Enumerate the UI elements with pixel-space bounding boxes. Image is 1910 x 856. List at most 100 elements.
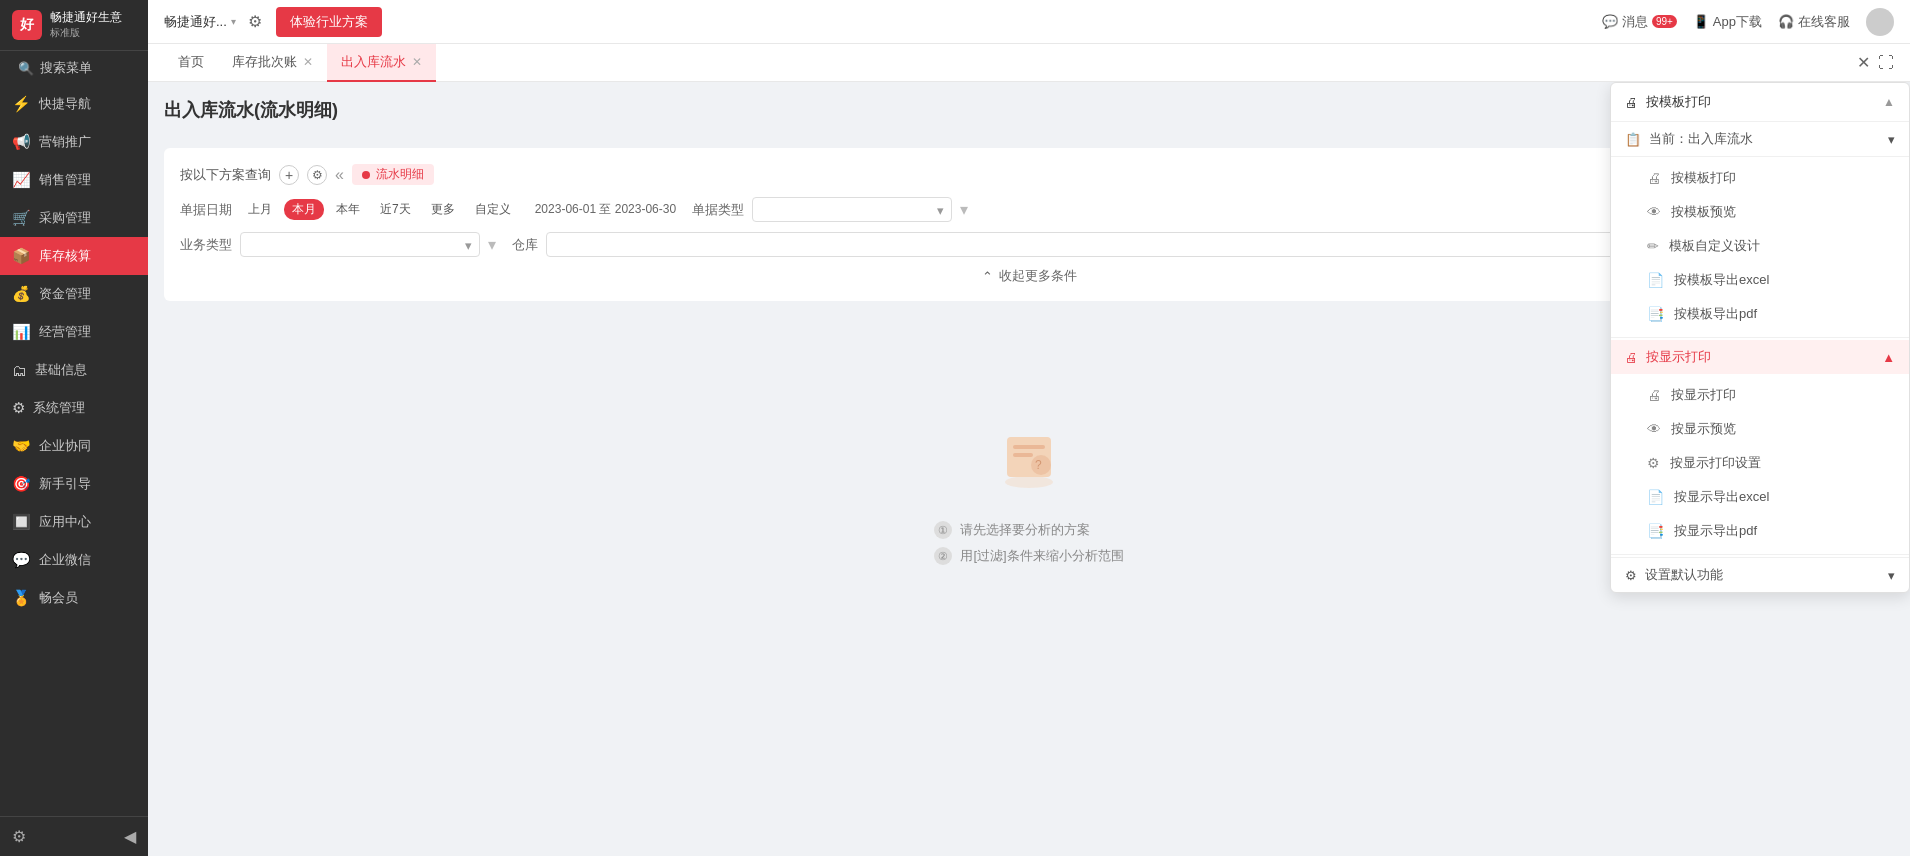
collapse-label: 收起更多条件	[999, 267, 1077, 285]
date-opt-this-month[interactable]: 本月	[284, 199, 324, 220]
current-template-chevron: ▾	[1888, 132, 1895, 147]
tab-inout-flow-close[interactable]: ✕	[412, 55, 422, 69]
display-excel-item[interactable]: 📄 按显示导出excel	[1611, 480, 1909, 514]
filter-tag: 流水明细	[352, 164, 434, 185]
sidebar-item-sales[interactable]: 📈 销售管理	[0, 161, 148, 199]
search-menu[interactable]: 🔍 搜索菜单	[0, 51, 148, 85]
tab-home[interactable]: 首页	[164, 44, 218, 82]
print-panel-header: 🖨 按模板打印 ▲	[1611, 83, 1909, 122]
sidebar-item-enterprise[interactable]: 🤝 企业协同	[0, 427, 148, 465]
sidebar-item-basic-info[interactable]: 🗂 基础信息	[0, 351, 148, 389]
main-content: 畅捷通好... ▾ ⚙ 体验行业方案 💬 消息 99+ 📱 App下载 🎧 在线…	[148, 0, 1910, 856]
bill-type-label: 单据类型	[692, 201, 744, 219]
template-print-icon: 🖨	[1647, 170, 1661, 186]
display-settings-label: 按显示打印设置	[1670, 454, 1761, 472]
sidebar-item-operations[interactable]: 📊 经营管理	[0, 313, 148, 351]
headset-icon: 🎧	[1778, 14, 1794, 29]
filter-collapse-btn[interactable]: «	[335, 166, 344, 184]
tab-expand-icon[interactable]: ⛶	[1878, 54, 1894, 72]
sidebar-item-purchase[interactable]: 🛒 采购管理	[0, 199, 148, 237]
template-excel-item[interactable]: 📄 按模板导出excel	[1611, 263, 1909, 297]
member-icon: 🏅	[12, 589, 31, 607]
sidebar-item-label: 企业微信	[39, 551, 91, 569]
industry-btn[interactable]: 体验行业方案	[276, 7, 382, 37]
message-badge: 99+	[1652, 15, 1677, 28]
display-settings-icon: ⚙	[1647, 455, 1660, 471]
filter-add-btn[interactable]: +	[279, 165, 299, 185]
business-type-label: 业务类型	[180, 236, 232, 254]
display-pdf-icon: 📑	[1647, 523, 1664, 539]
display-group-label: 按显示打印	[1646, 348, 1711, 366]
display-preview-item[interactable]: 👁 按显示预览	[1611, 412, 1909, 446]
template-pdf-item[interactable]: 📑 按模板导出pdf	[1611, 297, 1909, 331]
user-avatar[interactable]	[1866, 8, 1894, 36]
svg-text:?: ?	[1035, 458, 1042, 472]
date-opt-this-year[interactable]: 本年	[328, 199, 368, 220]
print-panel-current[interactable]: 📋 当前：出入库流水 ▾	[1611, 122, 1909, 157]
sidebar-item-marketing[interactable]: 📢 营销推广	[0, 123, 148, 161]
sidebar: 好 畅捷通好生意 标准版 🔍 搜索菜单 ⚡ 快捷导航 📢 营销推广 📈 销售管理…	[0, 0, 148, 856]
template-custom-item[interactable]: ✏ 模板自定义设计	[1611, 229, 1909, 263]
filter-setting-btn[interactable]: ⚙	[307, 165, 327, 185]
date-opt-last-7days[interactable]: 近7天	[372, 199, 419, 220]
user-area[interactable]: 畅捷通好... ▾	[164, 13, 236, 31]
date-opt-last-month[interactable]: 上月	[240, 199, 280, 220]
sidebar-item-app-center[interactable]: 🔲 应用中心	[0, 503, 148, 541]
logo-icon: 好	[12, 10, 42, 40]
app-download-btn[interactable]: 📱 App下载	[1693, 13, 1762, 31]
display-section: 🖨 按显示打印 👁 按显示预览 ⚙ 按显示打印设置 📄 按显示导出excel 📑	[1611, 374, 1909, 552]
sidebar-item-system[interactable]: ⚙ 系统管理	[0, 389, 148, 427]
template-preview-label: 按模板预览	[1671, 203, 1736, 221]
template-print-item[interactable]: 🖨 按模板打印	[1611, 161, 1909, 195]
sidebar-item-finance[interactable]: 💰 资金管理	[0, 275, 148, 313]
tab-inout-flow[interactable]: 出入库流水 ✕	[327, 44, 436, 82]
user-chevron-icon: ▾	[231, 16, 236, 27]
bill-type-select[interactable]	[752, 197, 952, 222]
display-settings-item[interactable]: ⚙ 按显示打印设置	[1611, 446, 1909, 480]
sidebar-item-label: 经营管理	[39, 323, 91, 341]
sidebar-nav: ⚡ 快捷导航 📢 营销推广 📈 销售管理 🛒 采购管理 📦 库存核算 💰 资金管…	[0, 85, 148, 816]
topbar-gear-icon[interactable]: ⚙	[248, 12, 262, 31]
date-opt-custom[interactable]: 自定义	[467, 199, 519, 220]
sidebar-item-wechat[interactable]: 💬 企业微信	[0, 541, 148, 579]
settings-bottom-icon[interactable]: ⚙	[12, 827, 26, 846]
business-type-select[interactable]	[240, 232, 480, 257]
sidebar-item-inventory[interactable]: 📦 库存核算	[0, 237, 148, 275]
wechat-icon: 💬	[12, 551, 31, 569]
sidebar-item-label: 基础信息	[35, 361, 87, 379]
business-type-more-icon[interactable]: ▾	[488, 235, 496, 254]
username-label: 畅捷通好...	[164, 13, 227, 31]
sidebar-item-label: 畅会员	[39, 589, 78, 607]
tab-close-all-icon[interactable]: ✕	[1857, 53, 1870, 72]
footer-label: 设置默认功能	[1645, 566, 1723, 584]
tab-batch-ledger[interactable]: 库存批次账 ✕	[218, 44, 327, 82]
filter-tag-dot	[362, 171, 370, 179]
sidebar-item-quick-nav[interactable]: ⚡ 快捷导航	[0, 85, 148, 123]
print-panel-footer[interactable]: ⚙ 设置默认功能 ▾	[1611, 557, 1909, 592]
message-btn[interactable]: 💬 消息 99+	[1602, 13, 1677, 31]
display-group-header[interactable]: 🖨 按显示打印 ▲	[1611, 340, 1909, 374]
display-print-item[interactable]: 🖨 按显示打印	[1611, 378, 1909, 412]
display-preview-label: 按显示预览	[1671, 420, 1736, 438]
filter-field-date: 单据日期 上月 本月 本年 近7天 更多 自定义 2023-06-01 至 20…	[180, 199, 676, 220]
tab-batch-ledger-label: 库存批次账	[232, 53, 297, 71]
bill-type-more-icon[interactable]: ▾	[960, 200, 968, 219]
display-pdf-item[interactable]: 📑 按显示导出pdf	[1611, 514, 1909, 548]
display-group-header-left: 🖨 按显示打印	[1625, 348, 1711, 366]
logo-subtitle: 标准版	[50, 26, 122, 40]
date-options: 上月 本月 本年 近7天 更多 自定义	[240, 199, 519, 220]
marketing-icon: 📢	[12, 133, 31, 151]
template-pdf-label: 按模板导出pdf	[1674, 305, 1757, 323]
collapse-sidebar-icon[interactable]: ◀	[124, 827, 136, 846]
customer-service-btn[interactable]: 🎧 在线客服	[1778, 13, 1850, 31]
tab-home-label: 首页	[178, 53, 204, 71]
print-panel: 🖨 按模板打印 ▲ 📋 当前：出入库流水 ▾ 🖨 按模板打印	[1610, 82, 1910, 593]
print-panel-close-chevron[interactable]: ▲	[1883, 95, 1895, 109]
template-preview-item[interactable]: 👁 按模板预览	[1611, 195, 1909, 229]
sidebar-item-member[interactable]: 🏅 畅会员	[0, 579, 148, 617]
date-opt-more[interactable]: 更多	[423, 199, 463, 220]
template-preview-icon: 👁	[1647, 204, 1661, 220]
filter-tag-label: 流水明细	[376, 166, 424, 183]
tab-batch-ledger-close[interactable]: ✕	[303, 55, 313, 69]
sidebar-item-guide[interactable]: 🎯 新手引导	[0, 465, 148, 503]
